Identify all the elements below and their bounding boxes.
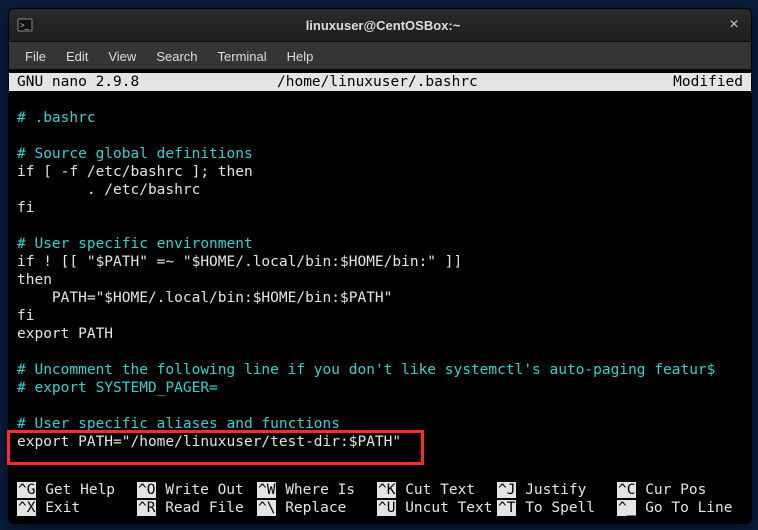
shortcut-key: ^_ [617,500,636,516]
shortcut-key: ^O [137,482,156,498]
shortcut-key: ^U [377,500,396,516]
shortcut-cell: ^R Read File [137,499,257,517]
menu-view[interactable]: View [98,45,146,68]
shortcut-key: ^R [137,500,156,516]
shortcut-cell: ^_ Go To Line [617,499,737,517]
close-button[interactable]: × [725,16,743,34]
nano-status: Modified [663,73,743,91]
menu-search[interactable]: Search [146,45,207,68]
svg-text:>_: >_ [20,21,30,30]
shortcut-label: Exit [36,500,80,516]
shortcut-cell: ^G Get Help [17,481,137,499]
menu-help[interactable]: Help [277,45,324,68]
shortcut-label: Replace [276,500,346,516]
titlebar: >_ linuxuser@CentOSBox:~ × [9,9,751,42]
window-title: linuxuser@CentOSBox:~ [41,18,725,33]
editor-line [17,217,743,235]
editor-line [17,397,743,415]
shortcut-key: ^T [497,500,516,516]
editor-line: export PATH [17,325,743,343]
shortcut-label: Write Out [156,482,243,498]
shortcut-label: Cur Pos [636,482,706,498]
shortcut-cell: ^O Write Out [137,481,257,499]
editor-line: if ! [[ "$PATH" =~ "$HOME/.local/bin:$HO… [17,253,743,271]
shortcut-cell: ^U Uncut Text [377,499,497,517]
shortcut-cell: ^C Cur Pos [617,481,737,499]
nano-shortcuts: ^G Get Help^O Write Out^W Where Is^K Cut… [9,481,751,517]
editor-line: export PATH="/home/linuxuser/test-dir:$P… [17,433,743,451]
editor-line: # .bashrc [17,109,743,127]
shortcut-key: ^X [17,500,36,516]
shortcut-label: Cut Text [396,482,475,498]
shortcut-label: Uncut Text [396,500,492,516]
nano-version: GNU nano 2.9.8 [17,73,277,91]
shortcut-label: Get Help [36,482,115,498]
shortcut-cell: ^W Where Is [257,481,377,499]
editor-line: # export SYSTEMD_PAGER= [17,379,743,397]
editor-content[interactable]: # .bashrc # Source global definitionsif … [17,91,743,451]
shortcut-key: ^\ [257,500,276,516]
shortcut-cell: ^J Justify [497,481,617,499]
terminal-area[interactable]: GNU nano 2.9.8 /home/linuxuser/.bashrc M… [9,69,751,523]
menu-terminal[interactable]: Terminal [208,45,277,68]
shortcut-label: Go To Line [636,500,732,516]
editor-line: # Source global definitions [17,145,743,163]
shortcut-label: To Spell [516,500,595,516]
editor-line [17,343,743,361]
shortcut-key: ^G [17,482,36,498]
editor-line: # User specific environment [17,235,743,253]
editor-line: # User specific aliases and functions [17,415,743,433]
shortcut-cell: ^T To Spell [497,499,617,517]
shortcut-key: ^W [257,482,276,498]
editor-line [17,91,743,109]
shortcut-label: Read File [156,500,243,516]
shortcut-label: Justify [516,482,586,498]
editor-line: PATH="$HOME/.local/bin:$HOME/bin:$PATH" [17,289,743,307]
editor-line: . /etc/bashrc [17,181,743,199]
nano-header: GNU nano 2.9.8 /home/linuxuser/.bashrc M… [9,73,751,91]
menubar: File Edit View Search Terminal Help [9,42,751,71]
menu-file[interactable]: File [15,45,56,68]
menu-edit[interactable]: Edit [56,45,98,68]
shortcut-key: ^C [617,482,636,498]
editor-line: then [17,271,743,289]
shortcut-cell: ^K Cut Text [377,481,497,499]
shortcut-key: ^J [497,482,516,498]
terminal-window: >_ linuxuser@CentOSBox:~ × File Edit Vie… [8,8,752,524]
shortcut-label: Where Is [276,482,355,498]
nano-file: /home/linuxuser/.bashrc [277,73,663,91]
editor-line: fi [17,199,743,217]
shortcut-cell: ^\ Replace [257,499,377,517]
editor-line [17,127,743,145]
editor-line: if [ -f /etc/bashrc ]; then [17,163,743,181]
editor-line: fi [17,307,743,325]
terminal-icon: >_ [17,17,33,33]
shortcut-cell: ^X Exit [17,499,137,517]
shortcut-key: ^K [377,482,396,498]
editor-line: # Uncomment the following line if you do… [17,361,743,379]
